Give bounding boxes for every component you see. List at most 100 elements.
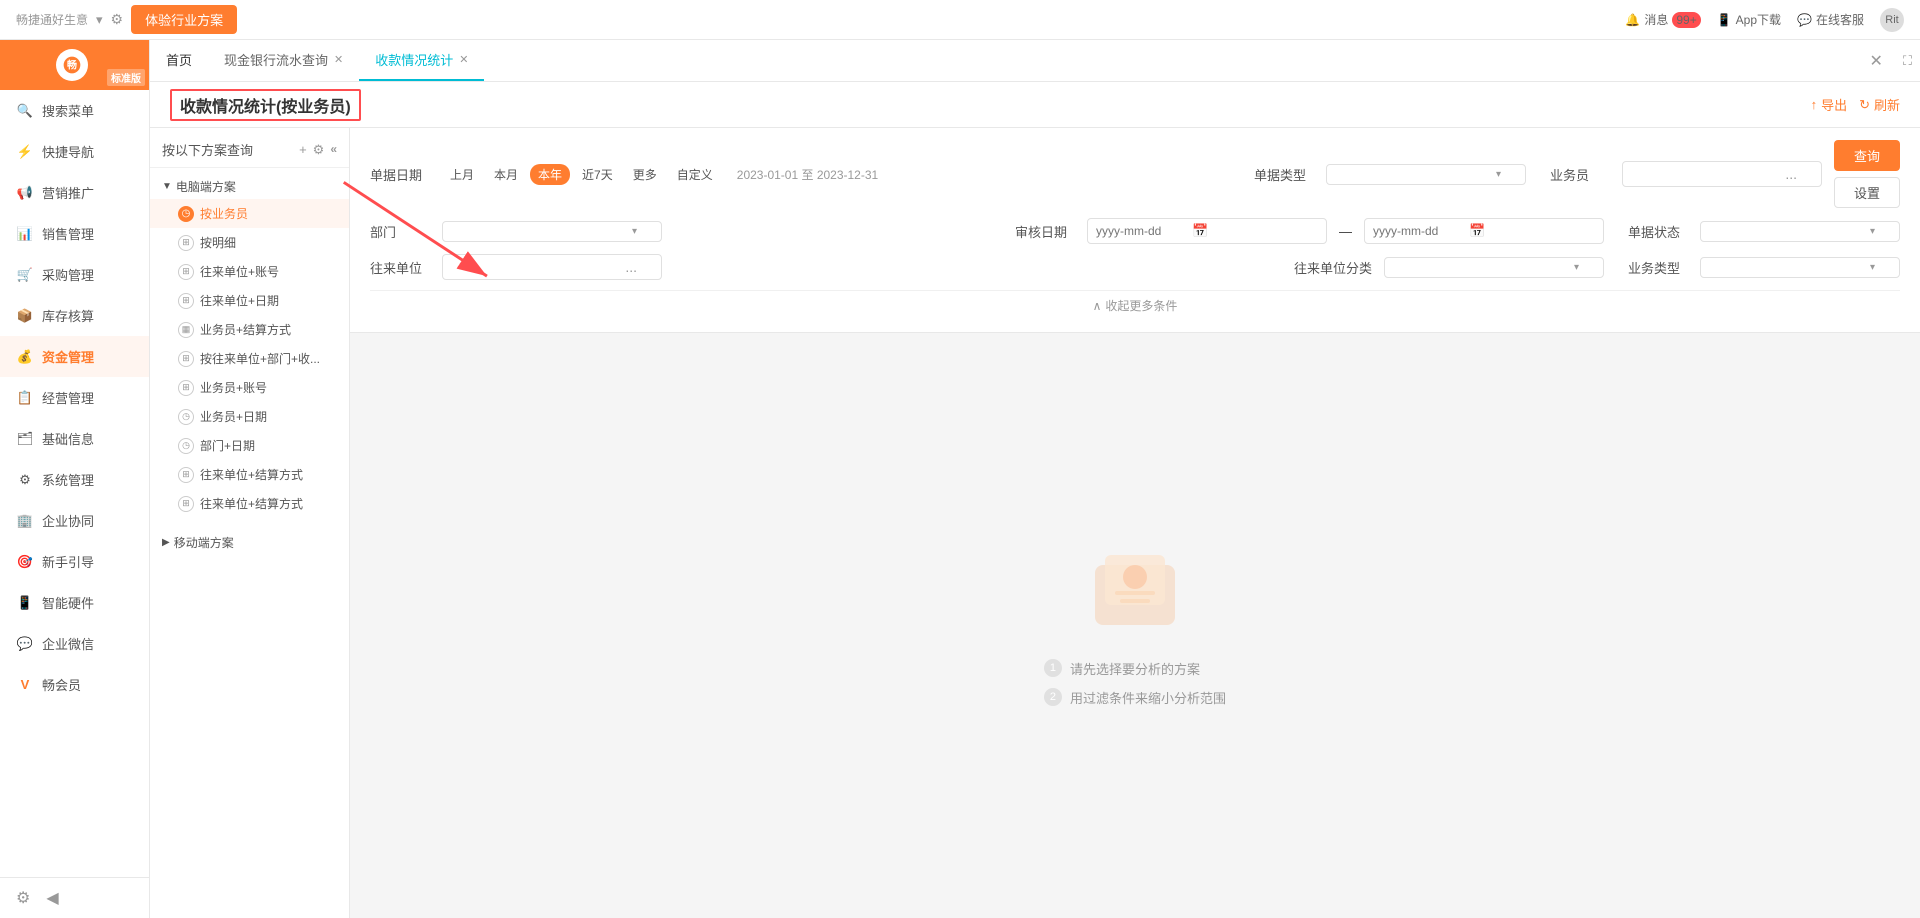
sidebar-item-wechat[interactable]: 💬 企业微信	[0, 623, 149, 664]
counterparty-more-icon[interactable]: ...	[625, 259, 637, 275]
sidebar-tag: 标准版	[107, 69, 145, 86]
scheme-item-unit-settle2[interactable]: ⊞ 往来单位+结算方式	[150, 489, 349, 518]
sidebar-item-member[interactable]: V 畅会员	[0, 664, 149, 705]
review-date-to-input[interactable]: 📅	[1364, 218, 1604, 244]
counterparty-type-select[interactable]: ▾	[1384, 257, 1604, 278]
export-icon: ↑	[1811, 97, 1818, 112]
review-date-from-input[interactable]: 📅	[1087, 218, 1327, 244]
sidebar-item-enterprise[interactable]: 🏢 企业协同	[0, 500, 149, 541]
expand-arrow-mobile-icon: ▶	[162, 537, 170, 548]
scheme-item-sp-account[interactable]: ⊞ 业务员+账号	[150, 373, 349, 402]
scheme-item-icon-unit-date: ⊞	[178, 293, 194, 309]
notification-button[interactable]: 🔔 消息 99+	[1625, 11, 1700, 28]
salesperson-select[interactable]: ...	[1622, 161, 1822, 187]
collapse-button[interactable]: ∧ 收起更多条件	[1093, 297, 1178, 314]
scheme-settings-icon[interactable]: ⚙	[313, 142, 325, 158]
collapse-bar: ∧ 收起更多条件	[370, 290, 1900, 320]
finance-icon: 💰	[16, 348, 34, 366]
sidebar-collapse-icon[interactable]: ◀	[46, 888, 58, 908]
app-download-button[interactable]: 📱 App下载	[1717, 11, 1781, 28]
calendar-to-icon[interactable]: 📅	[1469, 223, 1485, 239]
collapse-arrow-icon: ∧	[1093, 299, 1102, 313]
sidebar-item-smart-hw[interactable]: 📱 智能硬件	[0, 582, 149, 623]
left-panel-header: 按以下方案查询 + ⚙ «	[150, 128, 349, 168]
counterparty-select[interactable]: ...	[442, 254, 662, 280]
date-tab-this-year[interactable]: 本年	[530, 164, 570, 185]
sidebar-item-business[interactable]: 📋 经营管理	[0, 377, 149, 418]
scheme-item-salesperson-settle[interactable]: ▦ 业务员+结算方式	[150, 315, 349, 344]
left-panel: 按以下方案查询 + ⚙ « ▼ 电脑端方案	[150, 128, 350, 918]
close-all-tabs[interactable]: ✕	[1857, 40, 1894, 81]
refresh-button[interactable]: ↻ 刷新	[1859, 95, 1900, 114]
sidebar-item-sales[interactable]: 📊 销售管理	[0, 213, 149, 254]
search-icon: 🔍	[16, 102, 34, 120]
sidebar-settings-icon[interactable]: ⚙	[16, 888, 30, 908]
desktop-group-title[interactable]: ▼ 电脑端方案	[150, 174, 349, 199]
tab-bank-flow[interactable]: 现金银行流水查询 ✕	[208, 40, 359, 81]
scheme-item-by-detail[interactable]: ⊞ 按明细	[150, 228, 349, 257]
sidebar-item-quick-nav[interactable]: ⚡ 快捷导航	[0, 131, 149, 172]
add-scheme-button[interactable]: +	[299, 142, 307, 158]
scheme-item-icon-detail: ⊞	[178, 235, 194, 251]
close-bank-flow-tab[interactable]: ✕	[334, 53, 343, 66]
online-service-button[interactable]: 💬 在线客服	[1797, 11, 1864, 28]
scheme-item-sp-date[interactable]: ◷ 业务员+日期	[150, 402, 349, 431]
scheme-item-by-salesperson[interactable]: ◷ 按业务员	[150, 199, 349, 228]
maximize-button[interactable]: ⛶	[1895, 40, 1920, 81]
scheme-item-icon-sp-settle: ▦	[178, 322, 194, 338]
mobile-scheme-group: ▶ 移动端方案	[150, 524, 349, 561]
date-tab-this-month[interactable]: 本月	[486, 164, 526, 185]
sidebar-item-search[interactable]: 🔍 搜索菜单	[0, 90, 149, 131]
date-tab-custom[interactable]: 自定义	[669, 164, 721, 185]
sidebar-item-system[interactable]: ⚙ 系统管理	[0, 459, 149, 500]
settings-button[interactable]: 设置	[1834, 177, 1900, 208]
scheme-item-icon-salesperson: ◷	[178, 206, 194, 222]
sidebar-item-marketing[interactable]: 📢 营销推广	[0, 172, 149, 213]
scheme-item-icon-unit-settle2: ⊞	[178, 496, 194, 512]
close-collection-stat-tab[interactable]: ✕	[459, 53, 468, 66]
sidebar-item-inventory[interactable]: 📦 库存核算	[0, 295, 149, 336]
biz-type-label: 业务类型	[1628, 258, 1688, 277]
date-tab-last-month[interactable]: 上月	[442, 164, 482, 185]
doc-status-select[interactable]: ▾	[1700, 221, 1900, 242]
query-button[interactable]: 查询	[1834, 140, 1900, 171]
gear-icon[interactable]: ⚙	[111, 11, 124, 28]
user-avatar[interactable]: Rit	[1880, 8, 1904, 32]
mobile-group-title[interactable]: ▶ 移动端方案	[150, 530, 349, 555]
review-date-from-field[interactable]	[1096, 224, 1186, 238]
tab-home[interactable]: 首页	[150, 40, 208, 81]
salesperson-more-icon[interactable]: ...	[1785, 166, 1797, 182]
biz-type-select[interactable]: ▾	[1700, 257, 1900, 278]
date-tab-more[interactable]: 更多	[625, 164, 665, 185]
sidebar-item-finance[interactable]: 💰 资金管理	[0, 336, 149, 377]
sidebar-item-guide[interactable]: 🎯 新手引导	[0, 541, 149, 582]
scheme-item-unit-dept[interactable]: ⊞ 按往来单位+部门+收...	[150, 344, 349, 373]
sidebar-menu: 🔍 搜索菜单 ⚡ 快捷导航 📢 营销推广 📊 销售管理 🛒 采购管理 📦	[0, 90, 149, 877]
scheme-item-unit-account[interactable]: ⊞ 往来单位+账号	[150, 257, 349, 286]
content-area: 收款情况统计(按业务员) ↑ 导出 ↻ 刷新 按以下方	[150, 82, 1920, 918]
top-bar-right: 🔔 消息 99+ 📱 App下载 💬 在线客服 Rit	[1625, 8, 1904, 32]
review-date-to-field[interactable]	[1373, 224, 1463, 238]
sidebar-item-basic-info[interactable]: 🗂 基础信息	[0, 418, 149, 459]
chevron-down-icon[interactable]: ▾	[96, 12, 103, 28]
dept-select[interactable]: ▾	[442, 221, 662, 242]
doc-type-select[interactable]: ▾	[1326, 164, 1526, 185]
main-layout: 畅 标准版 🔍 搜索菜单 ⚡ 快捷导航 📢 营销推广 📊 销售管理 🛒	[0, 40, 1920, 918]
counterparty-type-label: 往来单位分类	[1294, 258, 1372, 277]
filter-area: 单据日期 上月 本月 本年 近7天 更多 自定义 2023-01-01 至 20…	[350, 128, 1920, 333]
collapse-panel-button[interactable]: «	[330, 142, 337, 158]
step-1-number: 1	[1044, 659, 1062, 677]
tab-collection-stat[interactable]: 收款情况统计 ✕	[359, 40, 484, 81]
tab-bar: 首页 现金银行流水查询 ✕ 收款情况统计 ✕ ✕ ⛶	[150, 40, 1920, 82]
scheme-item-dept-date[interactable]: ◷ 部门+日期	[150, 431, 349, 460]
export-button[interactable]: ↑ 导出	[1811, 95, 1848, 114]
calendar-from-icon[interactable]: 📅	[1192, 223, 1208, 239]
doc-status-chevron-icon: ▾	[1870, 226, 1875, 237]
trial-button[interactable]: 体验行业方案	[131, 5, 237, 34]
sidebar-bottom: ⚙ ◀	[0, 877, 149, 918]
scheme-item-unit-date[interactable]: ⊞ 往来单位+日期	[150, 286, 349, 315]
dept-label: 部门	[370, 222, 430, 241]
sidebar-item-purchase[interactable]: 🛒 采购管理	[0, 254, 149, 295]
date-tab-7days[interactable]: 近7天	[574, 164, 621, 185]
scheme-item-unit-settle1[interactable]: ⊞ 往来单位+结算方式	[150, 460, 349, 489]
